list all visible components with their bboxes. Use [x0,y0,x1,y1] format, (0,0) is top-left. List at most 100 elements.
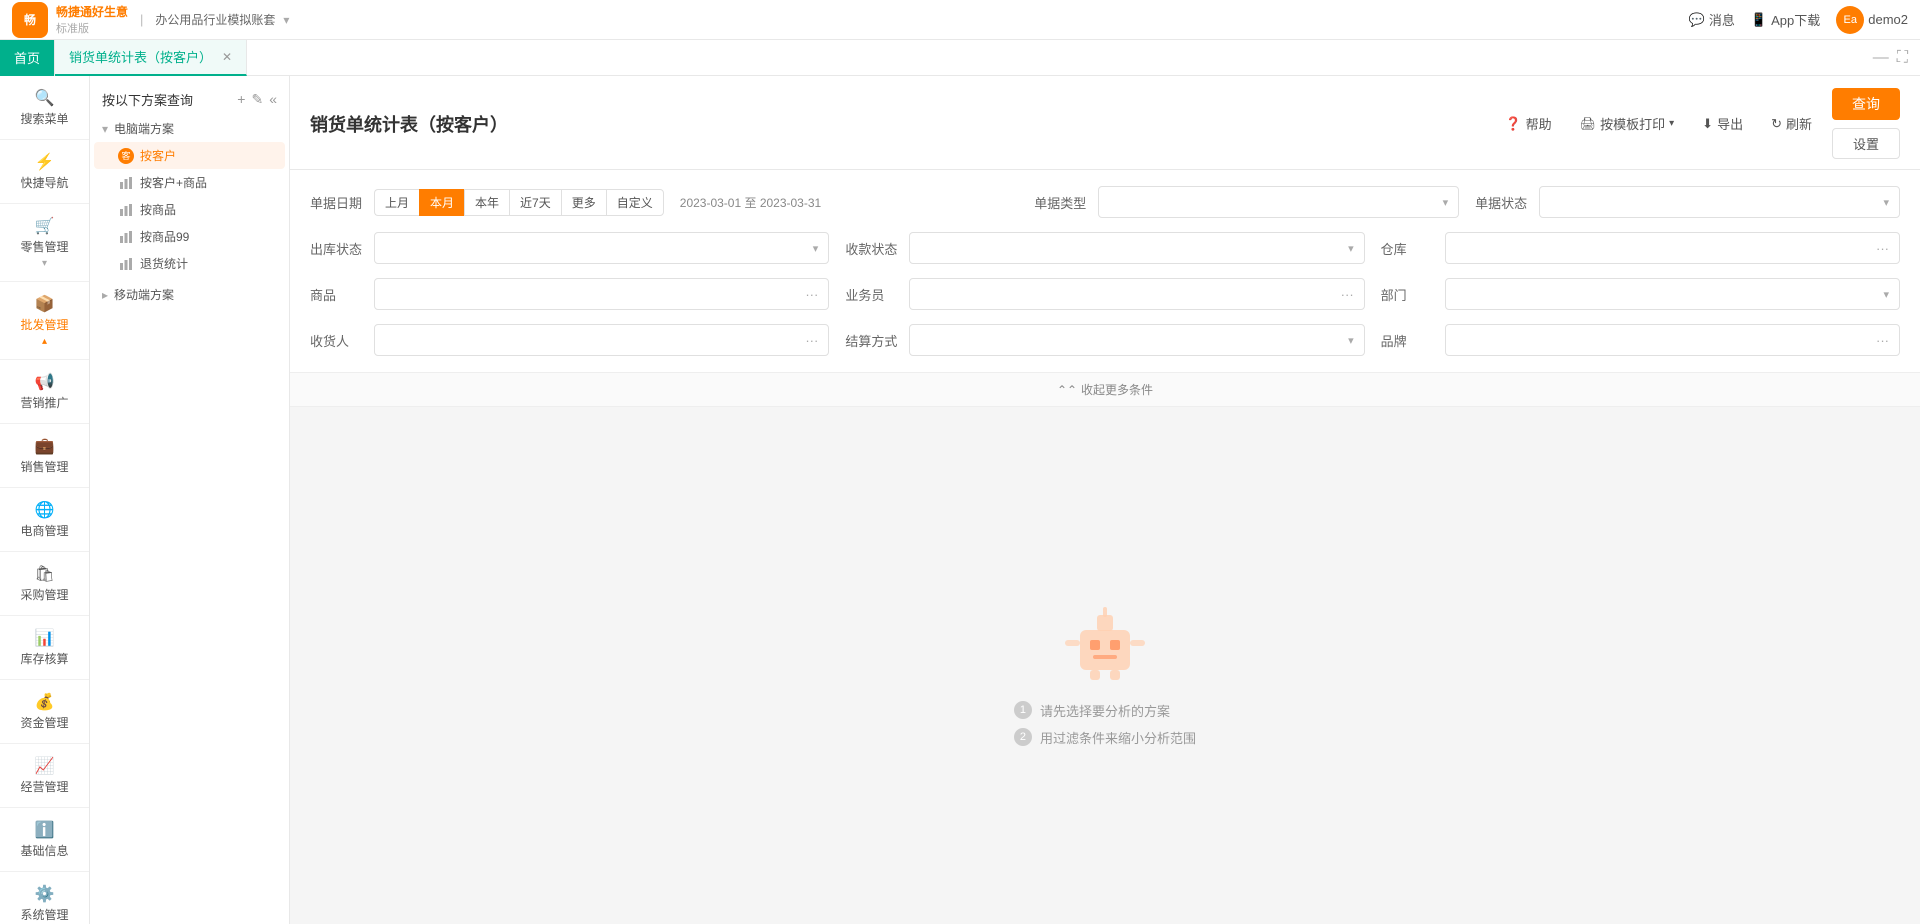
staff-label: 业务员 [845,285,901,304]
settings-button[interactable]: 设置 [1832,128,1900,159]
product-label: 商品 [310,285,366,304]
department-control[interactable]: ▾ [1445,278,1900,310]
page-header: 销货单统计表（按客户） ❓ 帮助 🖨 按模板打印 ▾ ⬇ [290,76,1920,170]
filter-order-type: 单据类型 ▾ [1034,186,1459,218]
message-button[interactable]: 💬 消息 [1689,10,1735,29]
payment-status-control[interactable]: ▾ [909,232,1364,264]
refresh-button[interactable]: ↻ 刷新 [1763,110,1820,137]
scheme-panel-actions: + ✎ « [237,91,277,108]
sidebar-item-wholesale[interactable]: 📦 批发管理 ▴ [0,282,89,360]
tab-maximize-icon[interactable]: ⛶ [1897,49,1908,67]
sidebar-item-operations[interactable]: 📈 经营管理 [0,744,89,808]
topbar: 畅 畅捷通好生意 标准版 | 办公用品行业模拟账套 ▾ 💬 消息 📱 App下载… [0,0,1920,40]
department-label: 部门 [1381,285,1437,304]
empty-tip-2: 2 用过滤条件来缩小分析范围 [1014,728,1196,747]
filter-row-3: 商品 ··· 业务员 ··· 部门 [310,278,1900,310]
recipient-control[interactable]: ··· [374,324,829,356]
sidebar-item-basic-info[interactable]: ℹ️ 基础信息 [0,808,89,872]
topbar-title: 办公用品行业模拟账套 [155,11,275,28]
download-icon: 📱 [1751,12,1767,28]
date-btn-this-month[interactable]: 本月 [419,189,464,216]
scheme-icon-chart1 [118,175,134,191]
payment-status-arrow: ▾ [1348,242,1354,255]
help-icon: ❓ [1505,116,1521,132]
export-button[interactable]: ⬇ 导出 [1694,110,1751,137]
collapse-scheme-panel-button[interactable]: « [269,91,277,108]
filter-warehouse: 仓库 ··· [1381,232,1900,264]
print-icon: 🖨 [1580,116,1597,132]
sidebar-item-quick-nav[interactable]: ⚡ 快捷导航 [0,140,89,204]
scheme-item-by-customer-product[interactable]: 按客户+商品 [94,169,285,196]
tab-sales-stat[interactable]: 销货单统计表（按客户） ✕ [55,40,247,76]
payment-status-label: 收款状态 [845,239,901,258]
print-dropdown-icon: ▾ [1669,118,1674,129]
filter-staff: 业务员 ··· [845,278,1364,310]
sidebar-item-inventory[interactable]: 📊 库存核算 [0,616,89,680]
tabbar: 首页 销货单统计表（按客户） ✕ — ⛶ [0,40,1920,76]
sidebar-item-system[interactable]: ⚙️ 系统管理 [0,872,89,924]
order-status-arrow: ▾ [1883,196,1889,209]
sidebar-item-purchase[interactable]: 🛍 采购管理 [0,552,89,616]
topbar-left: 畅 畅捷通好生意 标准版 | 办公用品行业模拟账套 ▾ [12,2,289,38]
page-actions: ❓ 帮助 🖨 按模板打印 ▾ ⬇ 导出 ↻ [1497,88,1900,159]
topbar-dropdown-icon[interactable]: ▾ [283,13,289,27]
scheme-item-by-product[interactable]: 按商品 [94,196,285,223]
filter-brand: 品牌 ··· [1381,324,1900,356]
date-btn-last-month[interactable]: 上月 [374,189,419,216]
sidebar-item-sales[interactable]: 💼 销售管理 [0,424,89,488]
order-type-control[interactable]: ▾ [1098,186,1459,218]
filter-department: 部门 ▾ [1381,278,1900,310]
topbar-brand: 畅捷通好生意 标准版 [56,3,128,36]
staff-control[interactable]: ··· [909,278,1364,310]
sidebar-item-marketing[interactable]: 📢 营销推广 [0,360,89,424]
tab-minimize-icon[interactable]: — [1873,49,1889,67]
order-type-label: 单据类型 [1034,193,1090,212]
collapse-button[interactable]: ⌃⌃ 收起更多条件 [1057,381,1153,398]
payment-method-control[interactable]: ▾ [909,324,1364,356]
sidebar-item-retail[interactable]: 🛒 零售管理 ▾ [0,204,89,282]
tree-group-mobile: ▸ 移动端方案 [94,281,285,308]
user-profile[interactable]: Ea demo2 [1836,6,1908,34]
tree-group-desktop-label[interactable]: ▾ 电脑端方案 [94,115,285,142]
print-button[interactable]: 🖨 按模板打印 ▾ [1572,110,1683,137]
tab-home[interactable]: 首页 [0,40,55,76]
sidebar-item-finance[interactable]: 💰 资金管理 [0,680,89,744]
filter-product: 商品 ··· [310,278,829,310]
scheme-item-return-stat[interactable]: 退货统计 [94,250,285,277]
query-button[interactable]: 查询 [1832,88,1900,120]
order-status-control[interactable]: ▾ [1539,186,1900,218]
scheme-item-by-product-99[interactable]: 按商品99 [94,223,285,250]
tree-expand-icon-mobile: ▸ [102,288,108,302]
date-btn-custom[interactable]: 自定义 [606,189,664,216]
add-scheme-button[interactable]: + [237,91,245,108]
date-btn-last-7[interactable]: 近7天 [509,189,561,216]
tree-group-desktop: ▾ 电脑端方案 客 按客户 按客户+商品 [94,115,285,277]
filter-row-4: 收货人 ··· 结算方式 ▾ 品牌 [310,324,1900,356]
page-title-row: 销货单统计表（按客户） ❓ 帮助 🖨 按模板打印 ▾ ⬇ [310,88,1900,169]
sidebar-item-search-menu[interactable]: 🔍 搜索菜单 [0,76,89,140]
scheme-item-by-customer[interactable]: 客 按客户 [94,142,285,169]
topbar-right: 💬 消息 📱 App下载 Ea demo2 [1689,6,1908,34]
filter-area: 单据日期 上月 本月 本年 近7天 更多 自定义 2023-03-01 至 20… [290,170,1920,373]
filter-row-1: 单据日期 上月 本月 本年 近7天 更多 自定义 2023-03-01 至 20… [310,186,1900,218]
sidebar: 🔍 搜索菜单 ⚡ 快捷导航 🛒 零售管理 ▾ 📦 批发管理 ▴ 📢 营销推广 💼… [0,76,90,924]
filter-out-status: 出库状态 ▾ [310,232,829,264]
payment-method-label: 结算方式 [845,331,901,350]
out-status-arrow: ▾ [813,242,819,255]
app-download-button[interactable]: 📱 App下载 [1751,10,1820,29]
date-filter: 上月 本月 本年 近7天 更多 自定义 [374,189,664,216]
filter-recipient: 收货人 ··· [310,324,829,356]
sidebar-item-ecommerce[interactable]: 🌐 电商管理 [0,488,89,552]
brand-control[interactable]: ··· [1445,324,1900,356]
date-btn-more[interactable]: 更多 [561,189,606,216]
export-icon: ⬇ [1702,116,1713,132]
warehouse-control[interactable]: ··· [1445,232,1900,264]
product-control[interactable]: ··· [374,278,829,310]
help-button[interactable]: ❓ 帮助 [1497,110,1559,137]
tab-close-icon[interactable]: ✕ [222,50,232,64]
out-status-control[interactable]: ▾ [374,232,829,264]
tree-group-mobile-label[interactable]: ▸ 移动端方案 [94,281,285,308]
date-btn-this-year[interactable]: 本年 [464,189,509,216]
scheme-icon-customer: 客 [118,148,134,164]
edit-scheme-button[interactable]: ✎ [251,91,263,108]
